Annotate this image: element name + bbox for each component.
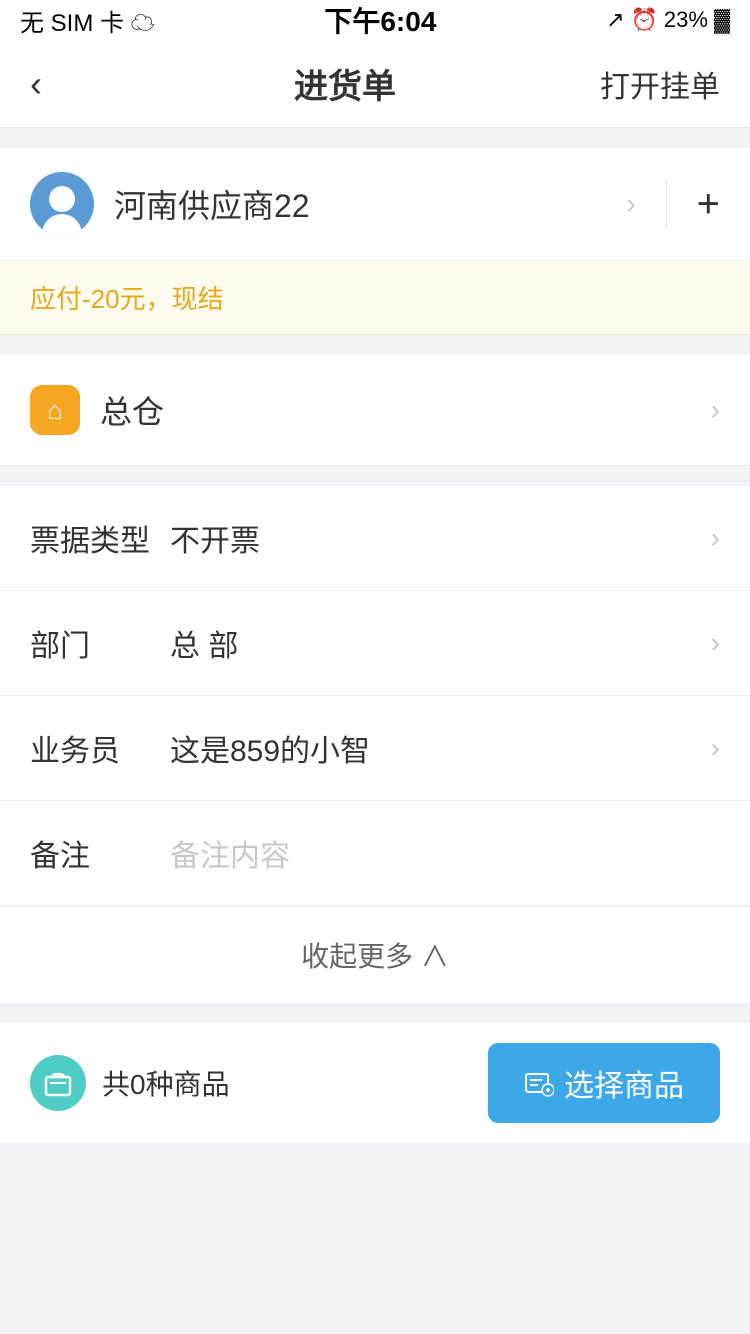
status-left: 无 SIM 卡 ☁ xyxy=(20,3,155,38)
select-product-label: 选择商品 xyxy=(564,1061,684,1105)
avatar xyxy=(30,172,94,236)
nav-bar: ‹ 进货单 打开挂单 xyxy=(0,40,750,128)
remark-row[interactable]: 备注 备注内容 xyxy=(0,801,750,906)
bottom-bar: 共0种商品 选择商品 xyxy=(0,1023,750,1143)
salesperson-row[interactable]: 业务员 这是859的小智 › xyxy=(0,696,750,801)
warehouse-name: 总仓 xyxy=(100,387,711,433)
supplier-name: 河南供应商22 xyxy=(114,181,626,227)
select-product-button[interactable]: 选择商品 xyxy=(488,1043,720,1123)
warehouse-chevron-icon: › xyxy=(711,394,720,426)
supplier-row[interactable]: 河南供应商22 › + xyxy=(0,148,750,261)
select-product-icon xyxy=(524,1068,554,1098)
status-bar: 无 SIM 卡 ☁ 下午6:04 ↗ ⏰ 23% ▓ xyxy=(0,0,750,40)
salesperson-value: 这是859的小智 xyxy=(160,726,711,770)
page-title: 进货单 xyxy=(294,59,396,108)
remark-label: 备注 xyxy=(30,831,160,875)
warehouse-house-icon: ⌂ xyxy=(47,395,63,426)
avatar-head xyxy=(49,186,75,212)
department-row[interactable]: 部门 总 部 › xyxy=(0,591,750,696)
collapse-row[interactable]: 收起更多 ∧ xyxy=(0,906,750,1003)
add-supplier-button[interactable]: + xyxy=(697,182,720,227)
status-time: 下午6:04 xyxy=(324,0,436,40)
department-label: 部门 xyxy=(30,621,160,665)
location-icon: ↗ xyxy=(606,7,624,33)
form-divider xyxy=(0,466,750,486)
supplier-card: 河南供应商22 › + 应付-20元，现结 xyxy=(0,148,750,335)
battery-text: 23% xyxy=(664,7,708,33)
shopping-bag-icon xyxy=(42,1067,74,1099)
product-count-text: 共0种商品 xyxy=(102,1063,230,1103)
salesperson-label: 业务员 xyxy=(30,726,160,770)
top-divider xyxy=(0,128,750,148)
remark-placeholder[interactable]: 备注内容 xyxy=(160,831,720,875)
signal-text: 无 SIM 卡 ☁ xyxy=(20,3,155,38)
warehouse-row[interactable]: ⌂ 总仓 › xyxy=(0,355,750,466)
department-chevron-icon: › xyxy=(711,627,720,659)
back-button[interactable]: ‹ xyxy=(30,63,90,105)
warehouse-icon-bg: ⌂ xyxy=(30,385,80,435)
invoice-type-chevron-icon: › xyxy=(711,522,720,554)
avatar-body xyxy=(42,214,82,236)
product-icon-circle xyxy=(30,1055,86,1111)
vertical-divider xyxy=(666,179,667,229)
invoice-type-label: 票据类型 xyxy=(30,516,160,560)
open-pending-button[interactable]: 打开挂单 xyxy=(600,62,720,106)
salesperson-chevron-icon: › xyxy=(711,732,720,764)
battery-icon: ▓ xyxy=(714,7,730,33)
invoice-type-value: 不开票 xyxy=(160,516,711,560)
warehouse-divider xyxy=(0,335,750,355)
supplier-right-actions: › + xyxy=(626,179,720,229)
notice-banner: 应付-20元，现结 xyxy=(0,261,750,335)
invoice-type-row[interactable]: 票据类型 不开票 › xyxy=(0,486,750,591)
page-content: 河南供应商22 › + 应付-20元，现结 ⌂ 总仓 › 票据类型 不开票 › … xyxy=(0,128,750,1334)
collapse-text: 收起更多 ∧ xyxy=(301,935,449,975)
department-value: 总 部 xyxy=(160,621,711,665)
avatar-person-icon xyxy=(30,172,94,236)
supplier-chevron-icon[interactable]: › xyxy=(626,188,635,220)
status-right: ↗ ⏰ 23% ▓ xyxy=(606,7,730,33)
form-section: 票据类型 不开票 › 部门 总 部 › 业务员 这是859的小智 › 备注 备注… xyxy=(0,486,750,1003)
alarm-icon: ⏰ xyxy=(631,7,658,33)
product-count-area: 共0种商品 xyxy=(30,1055,230,1111)
warehouse-section: ⌂ 总仓 › xyxy=(0,355,750,466)
